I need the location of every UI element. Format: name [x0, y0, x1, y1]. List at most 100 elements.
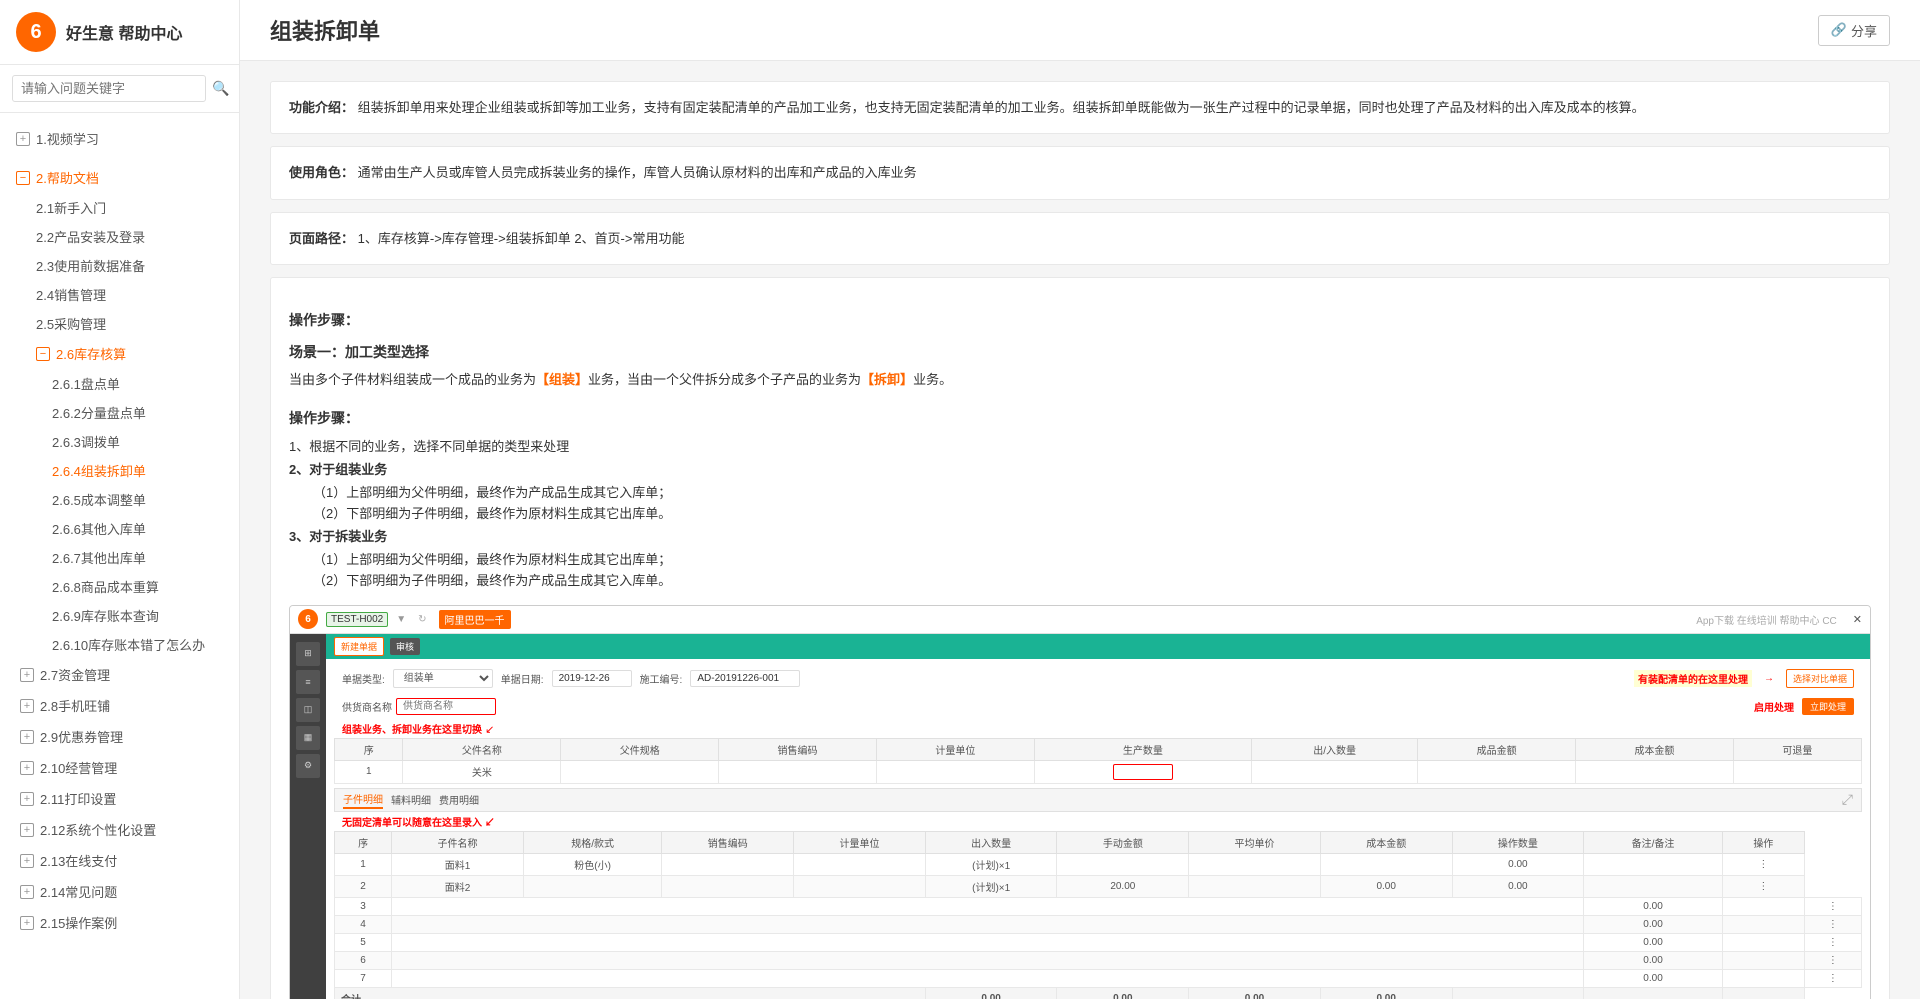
mock-form-row2: 供货商名称 启用处理 立即处理 — [334, 694, 1862, 719]
sidebar-item-cost-recalc[interactable]: 2.6.8商品成本重算 — [0, 572, 239, 601]
td2-ops: ⋮ — [1722, 875, 1804, 897]
mock-row-ops-icon[interactable]: ⋮ — [1828, 901, 1838, 912]
mock-close-icon[interactable]: ✕ — [1853, 613, 1862, 626]
sidebar-item-print[interactable]: + 2.11打印设置 — [0, 783, 239, 814]
sidebar-item-customization[interactable]: + 2.12系统个性化设置 — [0, 814, 239, 845]
intro-text: 组装拆卸单用来处理企业组装或拆卸等加工业务，支持有固定装配清单的产品加工业务，也… — [358, 100, 1645, 115]
table-row: 2 面料2 (计划)×1 20.00 — [335, 875, 1862, 897]
mock-type-label: 单据类型: — [342, 671, 385, 686]
mock-expand-icon[interactable]: ⤢ — [1842, 791, 1853, 808]
td2-seq: 2 — [335, 875, 392, 897]
sidebar-item-stock-count[interactable]: 2.6.1盘点单 — [0, 369, 239, 398]
mock-report-icon[interactable]: ▦ — [296, 726, 320, 750]
tf-val1: 0.00 — [925, 987, 1057, 999]
mock-row-ops-icon[interactable]: ⋮ — [1828, 955, 1838, 966]
th-parent-spec: 父件规格 — [561, 738, 719, 760]
annotation-no-bom-row: 无固定清单可以随意在这里录入 ↙ — [334, 812, 1862, 831]
sidebar-item-video-learning[interactable]: + 1.视频学习 — [0, 123, 239, 154]
sidebar-item-ledger-query[interactable]: 2.6.9库存账本查询 — [0, 601, 239, 630]
mock-row-ops-icon[interactable]: ⋮ — [1758, 881, 1768, 892]
mock-btn-alibaba[interactable]: 阿里巴巴一千 — [439, 610, 511, 629]
td2-ops: ⋮ — [1804, 951, 1861, 969]
mock-qty-input[interactable] — [1113, 764, 1173, 780]
mock-date-input[interactable] — [552, 670, 632, 687]
sidebar-item-data-prep[interactable]: 2.3使用前数据准备 — [0, 251, 239, 280]
td2-sale-code — [662, 853, 794, 875]
mock-row-ops-icon[interactable]: ⋮ — [1828, 937, 1838, 948]
mock-product-icon[interactable]: ◫ — [296, 698, 320, 722]
main-area: 组装拆卸单 🔗 分享 功能介绍： 组装拆卸单用来处理企业组装或拆卸等加工业务，支… — [240, 0, 1920, 999]
td2-ops-qty: 0.00 — [1452, 875, 1584, 897]
sidebar-item-finance[interactable]: + 2.7资金管理 — [0, 659, 239, 690]
mock-date-label: 单据日期: — [501, 671, 544, 686]
label-disassemble: 【拆卸】 — [861, 372, 913, 387]
sidebar-item-partial-count[interactable]: 2.6.2分量盘点单 — [0, 398, 239, 427]
search-bar: 🔍 — [0, 65, 239, 113]
td2-empty — [392, 933, 1584, 951]
sidebar-item-faq[interactable]: + 2.14常见问题 — [0, 876, 239, 907]
sidebar-item-install[interactable]: 2.2产品安装及登录 — [0, 222, 239, 251]
td2-ops: ⋮ — [1804, 933, 1861, 951]
nav-section-2: − 2.帮助文档 2.1新手入门 2.2产品安装及登录 2.3使用前数据准备 2… — [0, 158, 239, 942]
td2-empty — [392, 915, 1584, 933]
sidebar-item-transfer[interactable]: 2.6.3调拨单 — [0, 427, 239, 456]
mock-settings-icon[interactable]: ⚙ — [296, 754, 320, 778]
sidebar-item-purchase[interactable]: 2.5采购管理 — [0, 309, 239, 338]
mock-confirm-btn[interactable]: 立即处理 — [1802, 698, 1854, 715]
td2-child-name: 面料1 — [392, 853, 524, 875]
mock-child-table: 序 子件名称 规格/款式 销售编码 计量单位 出入数量 手动金额 — [334, 831, 1862, 999]
share-icon: 🔗 — [1831, 22, 1847, 38]
td-sale-code — [719, 760, 877, 783]
pay-expand-icon: + — [20, 854, 34, 868]
scene1-title: 场景一：加工类型选择 — [289, 342, 1871, 362]
mock-row-ops-icon[interactable]: ⋮ — [1828, 973, 1838, 984]
sidebar-item-other-in[interactable]: 2.6.6其他入库单 — [0, 514, 239, 543]
sidebar-item-beginner[interactable]: 2.1新手入门 — [0, 193, 239, 222]
mock-order-icon[interactable]: ≡ — [296, 670, 320, 694]
sidebar-item-ledger-fix[interactable]: 2.6.10库存账本错了怎么办 — [0, 630, 239, 659]
th2-qty: 出入数量 — [925, 831, 1057, 853]
sidebar-item-ops[interactable]: + 2.10经营管理 — [0, 752, 239, 783]
sidebar-item-mobile[interactable]: + 2.8手机旺铺 — [0, 690, 239, 721]
th2-avg-price: 平均单价 — [1189, 831, 1321, 853]
path-text: 1、库存核算->库存管理->组装拆卸单 2、首页->常用功能 — [358, 231, 685, 246]
sidebar-item-cost-adjust[interactable]: 2.6.5成本调整单 — [0, 485, 239, 514]
mock-audit-btn[interactable]: 审核 — [390, 638, 420, 655]
mock-new-btn[interactable]: 新建单据 — [334, 637, 384, 656]
mock-type-select[interactable]: 组装单 拆卸单 — [393, 669, 493, 688]
sidebar-item-sales[interactable]: 2.4销售管理 — [0, 280, 239, 309]
sidebar-item-online-pay[interactable]: + 2.13在线支付 — [0, 845, 239, 876]
search-icon[interactable]: 🔍 — [212, 80, 229, 97]
table-row: 1 关米 — [335, 760, 1862, 783]
td-parent-name: 关米 — [403, 760, 561, 783]
inventory-subitems: 2.6.1盘点单 2.6.2分量盘点单 2.6.3调拨单 2.6.4组装拆卸单 … — [0, 369, 239, 659]
table-row: 6 0.00 ⋮ — [335, 951, 1862, 969]
td2-empty — [392, 897, 1584, 915]
sidebar-item-assembly[interactable]: 2.6.4组装拆卸单 — [0, 456, 239, 485]
mock-child-table-wrapper: 序 子件名称 规格/款式 销售编码 计量单位 出入数量 手动金额 — [334, 831, 1862, 999]
mock-app-body: ⊞ ≡ ◫ ▦ ⚙ 新建单据 审核 — [290, 634, 1870, 999]
mobile-expand-icon: + — [20, 699, 34, 713]
mock-code-input[interactable] — [690, 670, 800, 687]
print-expand-icon: + — [20, 792, 34, 806]
search-input[interactable] — [12, 75, 206, 102]
sidebar-item-cases[interactable]: + 2.15操作案例 — [0, 907, 239, 938]
th2-seq: 序 — [335, 831, 392, 853]
mock-home-icon[interactable]: ⊞ — [296, 642, 320, 666]
sidebar-item-other-out[interactable]: 2.6.7其他出库单 — [0, 543, 239, 572]
th-sale-code: 销售编码 — [719, 738, 877, 760]
mock-supplier-input[interactable] — [396, 698, 496, 715]
table-row: 3 0.00 ⋮ — [335, 897, 1862, 915]
sidebar-item-help-docs[interactable]: − 2.帮助文档 — [0, 162, 239, 193]
mock-row-ops-icon[interactable]: ⋮ — [1758, 859, 1768, 870]
share-button[interactable]: 🔗 分享 — [1818, 15, 1890, 46]
td-inout — [1252, 760, 1418, 783]
mock-compare-btn[interactable]: 选择对比单据 — [1786, 669, 1854, 688]
sidebar-item-inventory[interactable]: − 2.6库存核算 — [0, 338, 239, 369]
td2-ops-qty: 0.00 — [1584, 915, 1723, 933]
sidebar-item-coupon[interactable]: + 2.9优惠券管理 — [0, 721, 239, 752]
td2-ops-qty: 0.00 — [1584, 969, 1723, 987]
mock-form-row1: 单据类型: 组装单 拆卸单 单据日期: 施工编号: — [334, 665, 1862, 692]
mock-row-ops-icon[interactable]: ⋮ — [1828, 919, 1838, 930]
td2-remark — [1722, 915, 1804, 933]
